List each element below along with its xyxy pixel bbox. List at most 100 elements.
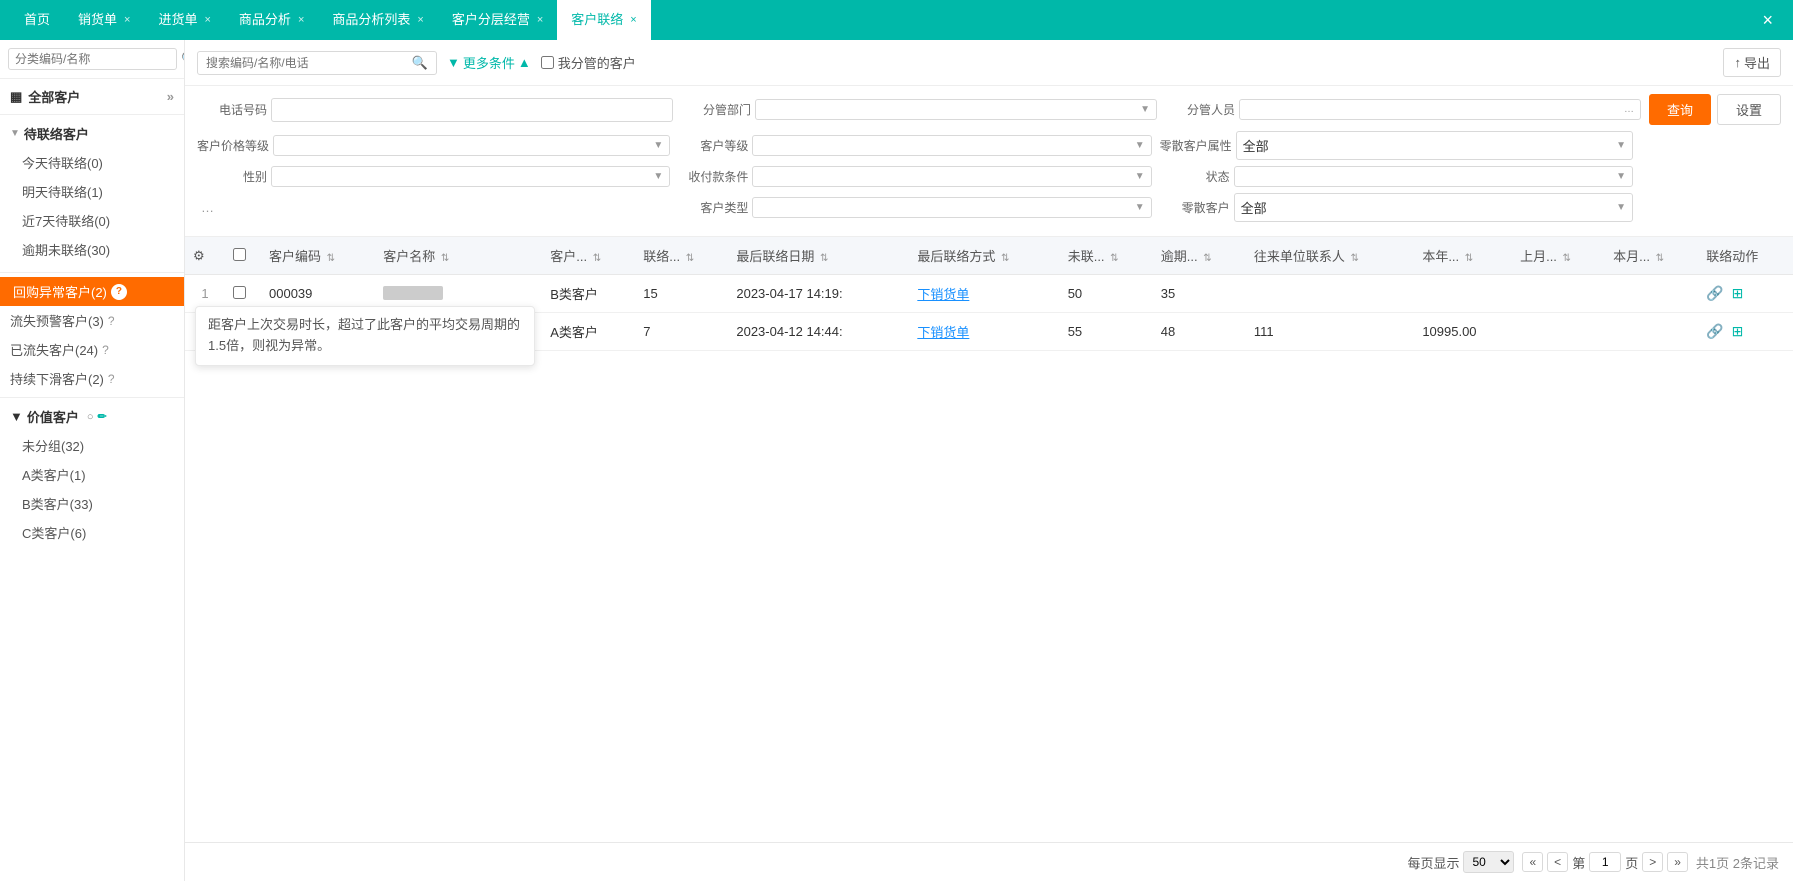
col-type-sort-icon[interactable]: ⇅ (593, 253, 601, 264)
filter-actions: 查询 设置 (1649, 94, 1781, 125)
export-button[interactable]: ↑ 导出 (1723, 48, 1781, 77)
status-label: 状态 (1160, 168, 1230, 185)
sidebar-item-c-class[interactable]: C类客户(6) (0, 518, 184, 547)
nav-item-home[interactable]: 首页 (10, 0, 64, 40)
settings-icon[interactable]: ⚙ (193, 248, 205, 263)
row1-checkbox[interactable] (233, 286, 246, 299)
price-level-select[interactable]: ▼ (273, 135, 670, 156)
nav-item-purchase[interactable]: 进货单 × (144, 0, 224, 40)
customer-level-select[interactable]: ▼ (752, 135, 1151, 156)
customer-type-label: 客户类型 (678, 199, 748, 216)
lost-warning-info-icon[interactable]: ? (108, 314, 115, 328)
nav-item-sales[interactable]: 销货单 × (64, 0, 144, 40)
customer-type-select[interactable]: ▼ (752, 197, 1151, 218)
phone-input[interactable] (271, 98, 673, 122)
nav-item-customer-tier[interactable]: 客户分层经营 × (438, 0, 557, 40)
select-all-checkbox[interactable] (233, 248, 246, 261)
query-button[interactable]: 查询 (1649, 94, 1711, 125)
prev-page-button[interactable]: < (1547, 852, 1568, 872)
my-customer-checkbox[interactable] (541, 56, 554, 69)
sidebar-item-lost-warning[interactable]: 流失预警客户(3) ? (0, 306, 184, 335)
col-lmonth-sort-icon[interactable]: ⇅ (1563, 253, 1571, 264)
col-name: 客户名称 ⇅ (375, 237, 542, 275)
nav-close-purchase[interactable]: × (204, 0, 210, 40)
edit-icon[interactable]: ✏ (98, 410, 107, 423)
sidebar-item-continuous-down[interactable]: 持续下滑客户(2) ? (0, 364, 184, 393)
sidebar-item-tomorrow[interactable]: 明天待联络(1) (0, 177, 184, 206)
customer-type-arrow: ▼ (1135, 202, 1145, 213)
first-page-button[interactable]: « (1522, 852, 1543, 872)
sidebar-item-a-class[interactable]: A类客户(1) (0, 460, 184, 489)
sidebar-value-customer-group[interactable]: ▼ 价值客户 ○ ✏ (0, 402, 184, 431)
repurchase-info-icon[interactable]: ? (111, 284, 127, 300)
sidebar-item-b-class[interactable]: B类客户(33) (0, 489, 184, 518)
dept-arrow-icon: ▼ (1140, 104, 1150, 115)
sidebar-item-today[interactable]: 今天待联络(0) (0, 148, 184, 177)
col-contact-person: 往来单位联系人 ⇅ (1246, 237, 1414, 275)
col-uncontact-sort-icon[interactable]: ⇅ (1110, 253, 1118, 264)
col-tmonth-sort-icon[interactable]: ⇅ (1656, 253, 1664, 264)
toolbar-search-input[interactable] (206, 56, 408, 70)
row2-method-link[interactable]: 下销货单 (917, 325, 969, 340)
sidebar-item-7days[interactable]: 近7天待联络(0) (0, 206, 184, 235)
status-select[interactable]: ▼ (1234, 166, 1633, 187)
sidebar-item-overdue[interactable]: 逾期未联络(30) (0, 235, 184, 264)
already-lost-info-icon[interactable]: ? (102, 343, 109, 357)
filter-dept: 分管部门 ▼ (681, 99, 1157, 120)
col-contact-count: 联络... ⇅ (635, 237, 728, 275)
nav-close-customer-contact[interactable]: × (630, 0, 636, 40)
col-code-sort-icon[interactable]: ⇅ (327, 253, 335, 264)
col-overdue-sort-icon[interactable]: ⇅ (1203, 253, 1211, 264)
row1-method-link[interactable]: 下销货单 (917, 287, 969, 302)
col-method-sort-icon[interactable]: ⇅ (1001, 253, 1009, 264)
retail-attr-select[interactable]: 全部 ▼ (1236, 131, 1633, 160)
per-page-select[interactable]: 10 20 50 100 (1463, 851, 1514, 873)
filter-customer-level: 客户等级 ▼ (678, 135, 1151, 156)
col-date-sort-icon[interactable]: ⇅ (820, 253, 828, 264)
sidebar-item-ungrouped[interactable]: 未分组(32) (0, 431, 184, 460)
col-year-sort-icon[interactable]: ⇅ (1465, 253, 1473, 264)
filter-dots[interactable]: … (201, 200, 214, 215)
sidebar-collapse-icon[interactable]: » (167, 89, 174, 104)
nav-close-product-analysis[interactable]: × (298, 0, 304, 40)
sidebar-item-repurchase-abnormal[interactable]: 回购异常客户(2) ? (0, 277, 184, 306)
row2-grid-icon[interactable]: ⊞ (1732, 323, 1744, 340)
row2-last-method: 下销货单 (909, 313, 1059, 351)
sidebar-item-already-lost[interactable]: 已流失客户(24) ? (0, 335, 184, 364)
nav-close-product-list[interactable]: × (417, 0, 423, 40)
col-name-sort-icon[interactable]: ⇅ (441, 253, 449, 264)
nav-item-customer-contact[interactable]: 客户联络 × (557, 0, 650, 40)
row2-last-date: 2023-04-12 14:44: (728, 313, 909, 351)
continuous-down-info-icon[interactable]: ? (108, 372, 115, 386)
settings-button[interactable]: 设置 (1717, 94, 1781, 125)
row1-link-icon[interactable]: 🔗 (1706, 285, 1723, 302)
toolbar-search-icon[interactable]: 🔍 (412, 55, 428, 71)
sidebar-waiting-group[interactable]: ▼ 待联络客户 (0, 119, 184, 148)
dept-select[interactable]: ▼ (755, 99, 1157, 120)
row1-grid-icon[interactable]: ⊞ (1732, 285, 1744, 302)
sidebar-search-icon[interactable]: 🔍 (181, 51, 185, 67)
manager-select[interactable]: … (1239, 99, 1641, 120)
more-filter-button[interactable]: ▼ 更多条件 ▲ (447, 53, 531, 72)
last-page-button[interactable]: » (1667, 852, 1688, 872)
retail-attr-label: 零散客户属性 (1160, 137, 1232, 154)
next-page-button[interactable]: > (1642, 852, 1663, 872)
retail-customer-select[interactable]: 全部 ▼ (1234, 193, 1633, 222)
sidebar-search-input[interactable] (8, 48, 177, 70)
col-count-sort-icon[interactable]: ⇅ (686, 253, 694, 264)
gender-select[interactable]: ▼ (271, 166, 670, 187)
nav-item-product-list[interactable]: 商品分析列表 × (318, 0, 437, 40)
nav-close-sales[interactable]: × (124, 0, 130, 40)
nav-close-customer-tier[interactable]: × (537, 0, 543, 40)
current-page-input[interactable] (1589, 852, 1621, 872)
filter-customer-type: 客户类型 ▼ (678, 197, 1151, 218)
payment-select[interactable]: ▼ (752, 166, 1151, 187)
nav-item-product-analysis[interactable]: 商品分析 × (225, 0, 318, 40)
circle-icon[interactable]: ○ (87, 411, 94, 423)
sidebar-all-customers-header[interactable]: ▦ 全部客户 » (0, 79, 184, 115)
row2-link-icon[interactable]: 🔗 (1706, 323, 1723, 340)
row2-actions: 🔗 ⊞ (1698, 313, 1793, 351)
col-settings: ⚙ (185, 237, 225, 275)
col-person-sort-icon[interactable]: ⇅ (1350, 253, 1358, 264)
close-all-tabs[interactable]: × (1752, 10, 1783, 31)
